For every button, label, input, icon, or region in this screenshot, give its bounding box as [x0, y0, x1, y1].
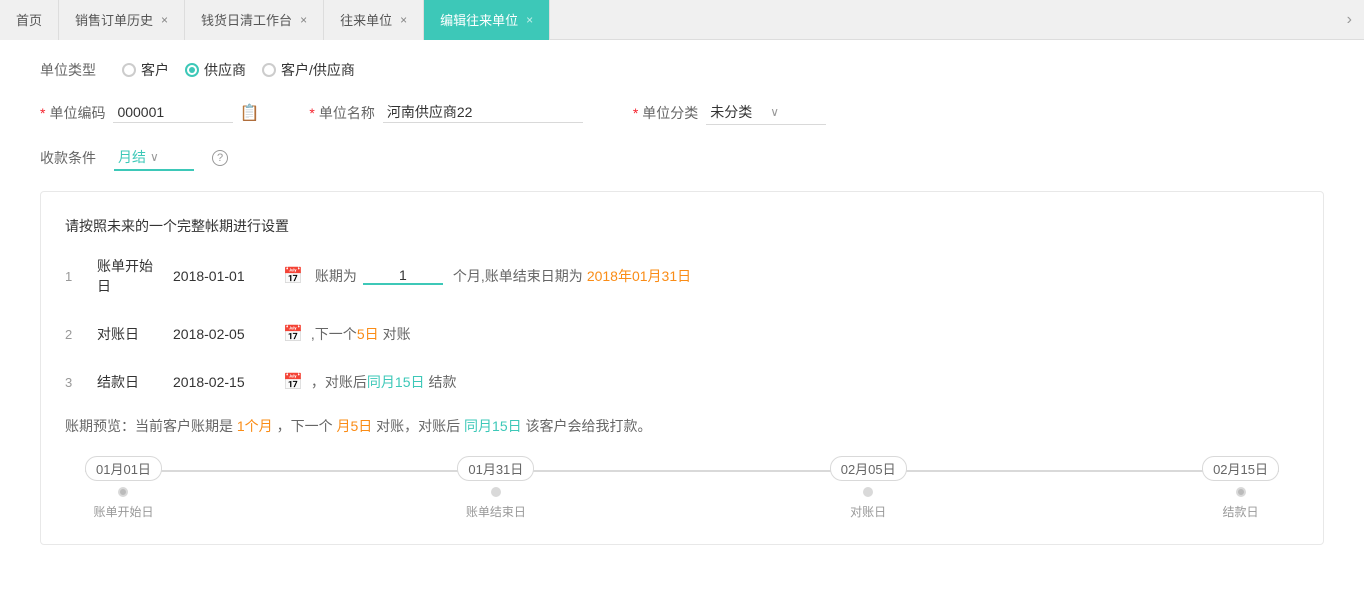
node-label-1: 账单结束日: [466, 503, 526, 520]
preview-highlight2: 月5日: [336, 418, 372, 434]
unit-category-arrow: ∨: [770, 105, 822, 119]
main-content: 单位类型 客户 供应商 客户/供应商 * 单位编码 📋 * 单位名称: [0, 40, 1364, 608]
cal-icon-1[interactable]: 📅: [283, 266, 303, 286]
tab-sales-history[interactable]: 销售订单历史 ×: [59, 0, 185, 40]
period-months-input[interactable]: [363, 267, 443, 285]
cal-icon-3[interactable]: 📅: [283, 372, 303, 392]
period-row-1: 1 账单开始日 2018-01-01 📅 账期为 个月,账单结束日期为 2018…: [65, 256, 1299, 296]
unit-type-label: 单位类型: [40, 60, 96, 80]
payment-condition-arrow: ∨: [150, 150, 159, 164]
period-row-3: 3 结款日 2018-02-15 📅 ，对账后 同月15日 结款: [65, 372, 1299, 392]
tab-cash-ledger[interactable]: 钱货日清工作台 ×: [185, 0, 324, 40]
radio-label-customer-supplier: 客户/供应商: [281, 60, 355, 80]
payment-condition-row: 收款条件 月结 ∨ ?: [40, 145, 1324, 171]
radio-circle-customer: [122, 63, 136, 77]
required-star-category: *: [633, 105, 638, 121]
payment-condition-select[interactable]: 月结 ∨: [114, 145, 194, 171]
unit-name-item: * 单位名称: [309, 102, 582, 123]
payment-condition-value: 月结: [118, 147, 146, 167]
help-icon[interactable]: ?: [212, 150, 228, 166]
row-num-3: 3: [65, 375, 85, 390]
radio-circle-customer-supplier: [262, 63, 276, 77]
date-value-1: 2018-01-01: [173, 268, 273, 284]
unit-category-select[interactable]: 未分类 ∨: [706, 100, 826, 125]
unit-code-item: * 单位编码 📋: [40, 102, 259, 123]
unit-code-label: 单位编码: [49, 103, 105, 123]
required-star-name: *: [309, 105, 314, 121]
preview-prefix: 账期预览：当前客户账期是: [65, 418, 233, 434]
row-type-3: 结款日: [97, 372, 157, 392]
radio-supplier[interactable]: 供应商: [185, 60, 246, 80]
suffix2-3: 结款: [429, 372, 457, 392]
radio-circle-supplier: [185, 63, 199, 77]
highlight-3: 同月15日: [367, 372, 425, 392]
timeline-nodes: 01月01日 账单开始日 01月31日 账单结束日 02月05日: [85, 456, 1279, 520]
close-tab-cash-ledger[interactable]: ×: [300, 13, 307, 27]
timeline-node-2: 02月05日 对账日: [830, 456, 907, 520]
close-tab-counterparty[interactable]: ×: [400, 13, 407, 27]
radio-label-supplier: 供应商: [204, 60, 246, 80]
radio-label-customer: 客户: [141, 60, 169, 80]
unit-type-row: 单位类型 客户 供应商 客户/供应商: [40, 60, 1324, 80]
highlight-2: 5日: [357, 324, 379, 344]
tab-edit-counterparty[interactable]: 编辑往来单位 ×: [424, 0, 550, 40]
node-circle-0: [118, 487, 128, 497]
preview-highlight3: 同月15日: [464, 418, 522, 434]
node-circle-2: [863, 487, 873, 497]
radio-customer-supplier[interactable]: 客户/供应商: [262, 60, 355, 80]
node-badge-1: 01月31日: [457, 456, 534, 481]
tab-home[interactable]: 首页: [0, 0, 59, 40]
suffix-1: 账期为: [315, 266, 357, 286]
timeline-node-1: 01月31日 账单结束日: [457, 456, 534, 520]
unit-info-row: * 单位编码 📋 * 单位名称 * 单位分类 未分类 ∨: [40, 100, 1324, 125]
close-tab-sales-history[interactable]: ×: [161, 13, 168, 27]
node-circle-1: [491, 487, 501, 497]
radio-customer[interactable]: 客户: [122, 60, 169, 80]
close-tab-edit-counterparty[interactable]: ×: [526, 13, 533, 27]
period-row-2: 2 对账日 2018-02-05 📅 ,下一个 5日 对账: [65, 324, 1299, 344]
row-type-1: 账单开始日: [97, 256, 157, 296]
unit-category-value: 未分类: [710, 102, 762, 122]
node-circle-3: [1236, 487, 1246, 497]
period-card: 请按照未来的一个完整帐期进行设置 1 账单开始日 2018-01-01 📅 账期…: [40, 191, 1324, 545]
preview-highlight1: 1个月: [237, 418, 273, 434]
unit-category-label: 单位分类: [642, 103, 698, 123]
date-value-2: 2018-02-05: [173, 326, 273, 342]
preview-middle2: 对账，对账后: [376, 418, 460, 434]
prefix-3: ，对账后: [311, 372, 367, 392]
node-badge-3: 02月15日: [1202, 456, 1279, 481]
preview-middle1: ，下一个: [277, 418, 333, 434]
required-star-code: *: [40, 105, 45, 121]
tab-counterparty[interactable]: 往来单位 ×: [324, 0, 424, 40]
unit-name-input[interactable]: [383, 102, 583, 123]
preview-suffix: 该客户会给我打款。: [526, 418, 652, 434]
tab-bar: 首页 销售订单历史 × 钱货日清工作台 × 往来单位 × 编辑往来单位 × ›: [0, 0, 1364, 40]
timeline-section: 01月01日 账单开始日 01月31日 账单结束日 02月05日: [65, 456, 1299, 520]
unit-type-radio-group: 客户 供应商 客户/供应商: [122, 60, 355, 80]
prefix-2: ,下一个: [311, 324, 357, 344]
date-value-3: 2018-02-15: [173, 374, 273, 390]
node-label-2: 对账日: [850, 503, 886, 520]
suffix2-2: 对账: [383, 324, 411, 344]
row-num-2: 2: [65, 327, 85, 342]
highlight-1: 2018年01月31日: [587, 266, 691, 286]
card-title: 请按照未来的一个完整帐期进行设置: [65, 216, 1299, 236]
node-label-0: 账单开始日: [93, 503, 153, 520]
row-num-1: 1: [65, 269, 85, 284]
suffix2-1: 个月,账单结束日期为: [453, 266, 583, 286]
payment-condition-label: 收款条件: [40, 148, 96, 168]
node-badge-2: 02月05日: [830, 456, 907, 481]
node-badge-0: 01月01日: [85, 456, 162, 481]
tab-more-button[interactable]: ›: [1335, 11, 1364, 29]
row-type-2: 对账日: [97, 324, 157, 344]
unit-name-label: 单位名称: [319, 103, 375, 123]
node-label-3: 结款日: [1223, 503, 1259, 520]
timeline-node-3: 02月15日 结款日: [1202, 456, 1279, 520]
unit-code-input[interactable]: [113, 102, 233, 123]
timeline-node-0: 01月01日 账单开始日: [85, 456, 162, 520]
cal-icon-2[interactable]: 📅: [283, 324, 303, 344]
preview-section: 账期预览：当前客户账期是 1个月 ，下一个 月5日 对账，对账后 同月15日 该…: [65, 400, 1299, 436]
unit-category-item: * 单位分类 未分类 ∨: [633, 100, 826, 125]
unit-code-icon[interactable]: 📋: [239, 103, 259, 123]
